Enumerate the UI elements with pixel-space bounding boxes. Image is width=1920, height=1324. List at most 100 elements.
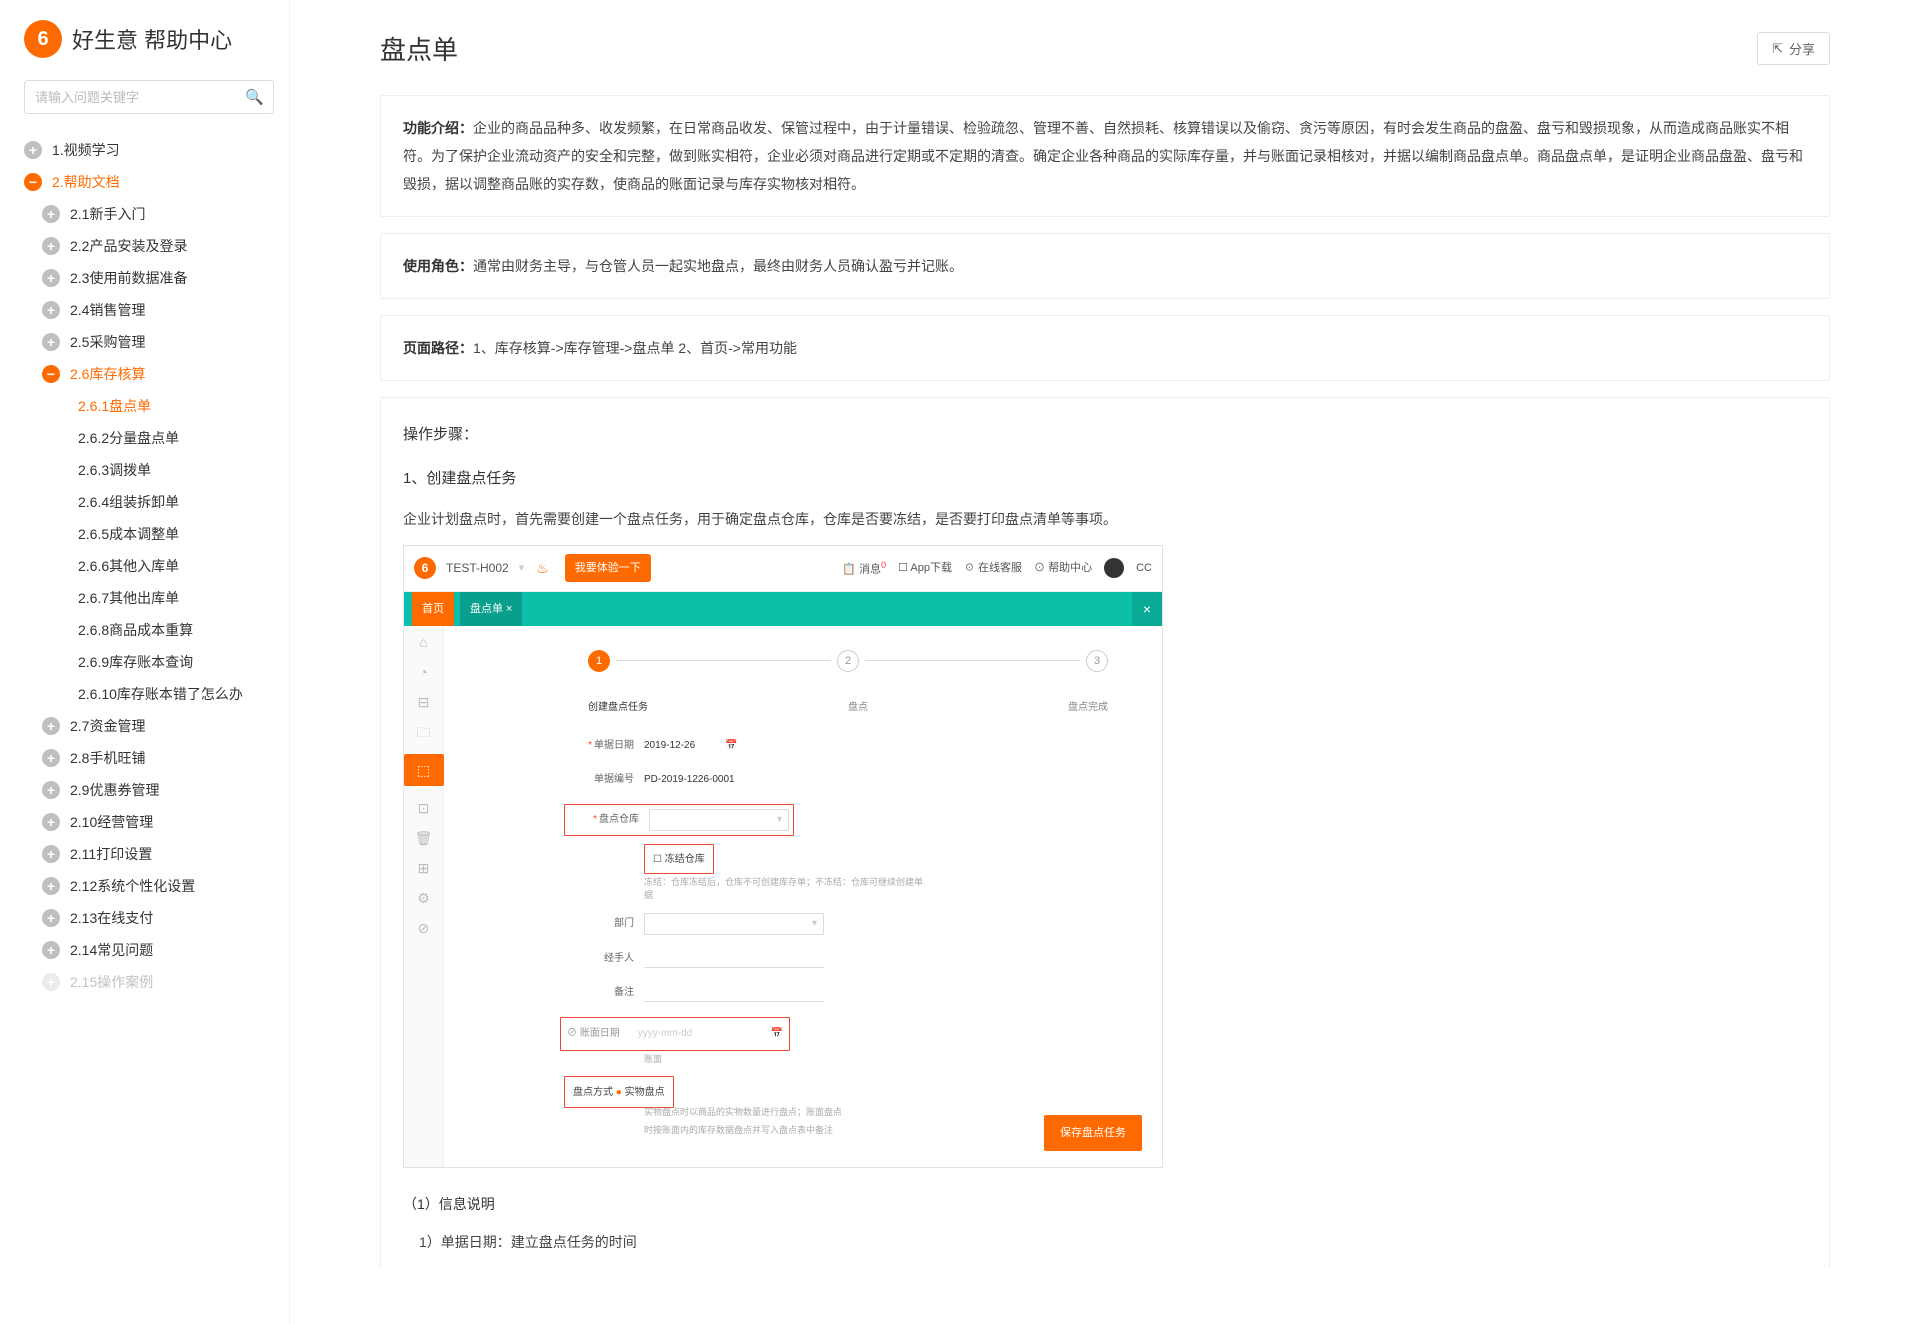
highlight-method: 盘点方式 ● 实物盘点 — [564, 1076, 674, 1108]
link-icon: ⊘ — [414, 920, 434, 936]
nav-2-5[interactable]: +2.5采购管理 — [24, 326, 289, 358]
plus-icon: + — [42, 269, 60, 287]
shot-logo-icon: 6 — [414, 557, 436, 579]
highlight-freeze: ☐ 冻结仓库 — [644, 844, 714, 874]
nav-2-10[interactable]: +2.10经营管理 — [24, 806, 289, 838]
plus-icon: + — [42, 973, 60, 991]
shot-body: ⌂ ◔ ⊟ 🗀 ⬚ ⊡ 🗑 ⊞ ⚙ ⊘ 1 — [404, 626, 1162, 1168]
box-icon: ⬚ — [404, 754, 444, 786]
step-line — [616, 660, 831, 661]
nav-2-6-9[interactable]: 2.6.9库存账本查询 — [24, 646, 289, 678]
date-value: 2019-12-26 — [644, 736, 695, 756]
plus-icon: + — [42, 781, 60, 799]
logo-icon: 6 — [24, 20, 62, 58]
nav-2-9[interactable]: +2.9优惠券管理 — [24, 774, 289, 806]
nav-2-6-7[interactable]: 2.6.7其他出库单 — [24, 582, 289, 614]
shot-tabs: 首页 盘点单 × × — [404, 592, 1162, 626]
grid-icon: ⊞ — [414, 860, 434, 876]
nav-2-11[interactable]: +2.11打印设置 — [24, 838, 289, 870]
plus-icon: + — [42, 845, 60, 863]
bag-icon: 🗀 — [414, 724, 434, 740]
step-1-circle: 1 — [588, 650, 610, 672]
brand-row: 6 好生意 帮助中心 — [24, 20, 289, 58]
chevron-down-icon: ▾ — [777, 810, 782, 830]
tab-sheet: 盘点单 × — [460, 592, 522, 626]
search-icon[interactable]: 🔍 — [245, 88, 264, 106]
nav-2-6-10[interactable]: 2.6.10库存账本错了怎么办 — [24, 678, 289, 710]
gear-icon: ⚙ — [414, 890, 434, 906]
nav-2-14[interactable]: +2.14常见问题 — [24, 934, 289, 966]
nav-2-6-5[interactable]: 2.6.5成本调整单 — [24, 518, 289, 550]
search-input[interactable] — [24, 80, 274, 114]
path-card: 页面路径：1、库存核算->库存管理->盘点单 2、首页->常用功能 — [380, 315, 1830, 381]
row-date: *单据日期 2019-12-26 📅 — [564, 736, 1132, 756]
nav-2-1[interactable]: +2.1新手入门 — [24, 198, 289, 230]
nav-docs[interactable]: −2.帮助文档 — [24, 166, 289, 198]
title-row: 盘点单 ⇱ 分享 — [380, 30, 1830, 67]
nav-2-3[interactable]: +2.3使用前数据准备 — [24, 262, 289, 294]
row-remark: 备注 — [564, 983, 1132, 1003]
no-value: PD-2019-1226-0001 — [644, 770, 735, 790]
shot-header-links: 📋 消息0 ☐ App下载 ☉ 在线客服 ⊙ 帮助中心 CC — [842, 556, 1152, 581]
help-link: ⊙ 帮助中心 — [1034, 557, 1092, 579]
plus-icon: + — [42, 909, 60, 927]
nav-2-6-6[interactable]: 2.6.6其他入库单 — [24, 550, 289, 582]
step-2-label: 盘点 — [848, 698, 868, 718]
nav-tree: +1.视频学习 −2.帮助文档 +2.1新手入门 +2.2产品安装及登录 +2.… — [24, 134, 289, 998]
step-3-circle: 3 — [1086, 650, 1108, 672]
acc-hint: 账面 — [644, 1053, 924, 1067]
step-1-label: 创建盘点任务 — [588, 698, 648, 718]
user-name: CC — [1136, 557, 1152, 579]
minus-icon: − — [24, 173, 42, 191]
role-label: 使用角色： — [403, 258, 473, 274]
nav-2-13[interactable]: +2.13在线支付 — [24, 902, 289, 934]
nav-2-6-8[interactable]: 2.6.8商品成本重算 — [24, 614, 289, 646]
intro-card: 功能介绍：企业的商品品种多、收发频繁，在日常商品收发、保管过程中，由于计量错误、… — [380, 95, 1830, 217]
plus-icon: + — [24, 141, 42, 159]
msg-link: 📋 消息0 — [842, 556, 886, 581]
share-label: 分享 — [1789, 39, 1815, 58]
role-text: 通常由财务主导，与仓管人员一起实地盘点，最终由财务人员确认盈亏并记账。 — [473, 258, 963, 274]
share-icon: ⇱ — [1772, 41, 1783, 57]
app-screenshot: 6 TEST-H002 ▾ ♨ 我要体验一下 📋 消息0 ☐ App下载 ☉ 在… — [403, 545, 1163, 1169]
path-label: 页面路径： — [403, 340, 473, 356]
nav-2-12[interactable]: +2.12系统个性化设置 — [24, 870, 289, 902]
shot-sidebar: ⌂ ◔ ⊟ 🗀 ⬚ ⊡ 🗑 ⊞ ⚙ ⊘ — [404, 626, 444, 1168]
tab-home: 首页 — [412, 592, 454, 626]
intro-label: 功能介绍： — [403, 120, 473, 136]
role-card: 使用角色：通常由财务主导，与仓管人员一起实地盘点，最终由财务人员确认盈亏并记账。 — [380, 233, 1830, 299]
nav-2-7[interactable]: +2.7资金管理 — [24, 710, 289, 742]
nav-2-6[interactable]: −2.6库存核算 — [24, 358, 289, 390]
freeze-hint: 冻结：仓库冻结后，仓库不可创建库存单；不冻结：仓库可继续创建单据 — [644, 876, 924, 903]
nav-2-8[interactable]: +2.8手机旺铺 — [24, 742, 289, 774]
nav-video[interactable]: +1.视频学习 — [24, 134, 289, 166]
nav-2-6-3[interactable]: 2.6.3调拨单 — [24, 454, 289, 486]
calendar-icon: 📅 — [771, 1024, 783, 1044]
brand-text: 好生意 帮助中心 — [72, 23, 232, 55]
shot-form: 1 2 3 创建盘点任务 盘点 盘点完成 — [444, 626, 1162, 1168]
row-dept: 部门 ▾ — [564, 913, 1132, 935]
nav-2-15[interactable]: +2.15操作案例 — [24, 966, 289, 998]
highlight-warehouse: *盘点仓库 ▾ — [564, 804, 794, 836]
video-link: ☉ 在线客服 — [964, 557, 1022, 579]
steps-card: 操作步骤： 1、创建盘点任务 企业计划盘点时，首先需要创建一个盘点任务，用于确定… — [380, 397, 1830, 1268]
plus-icon: + — [42, 717, 60, 735]
info-title: （1）信息说明 — [403, 1190, 1807, 1218]
dept-select: ▾ — [644, 913, 824, 935]
step-line — [865, 660, 1080, 661]
nav-2-2[interactable]: +2.2产品安装及登录 — [24, 230, 289, 262]
nav-2-6-1[interactable]: 2.6.1盘点单 — [24, 390, 289, 422]
path-text: 1、库存核算->库存管理->盘点单 2、首页->常用功能 — [473, 340, 797, 356]
nav-2-6-2[interactable]: 2.6.2分量盘点单 — [24, 422, 289, 454]
handler-input — [644, 950, 824, 968]
page-title: 盘点单 — [380, 30, 458, 67]
share-button[interactable]: ⇱ 分享 — [1757, 32, 1830, 65]
intro-text: 企业的商品品种多、收发频繁，在日常商品收发、保管过程中，由于计量错误、检验疏忽、… — [403, 120, 1803, 192]
chart-icon: ◔ — [414, 664, 434, 680]
plus-icon: + — [42, 749, 60, 767]
try-button: 我要体验一下 — [565, 554, 651, 582]
nav-2-4[interactable]: +2.4销售管理 — [24, 294, 289, 326]
step1-text: 企业计划盘点时，首先需要创建一个盘点任务，用于确定盘点仓库，仓库是否要冻结，是否… — [403, 506, 1807, 533]
row-no: 单据编号 PD-2019-1226-0001 — [564, 770, 1132, 790]
nav-2-6-4[interactable]: 2.6.4组装拆卸单 — [24, 486, 289, 518]
